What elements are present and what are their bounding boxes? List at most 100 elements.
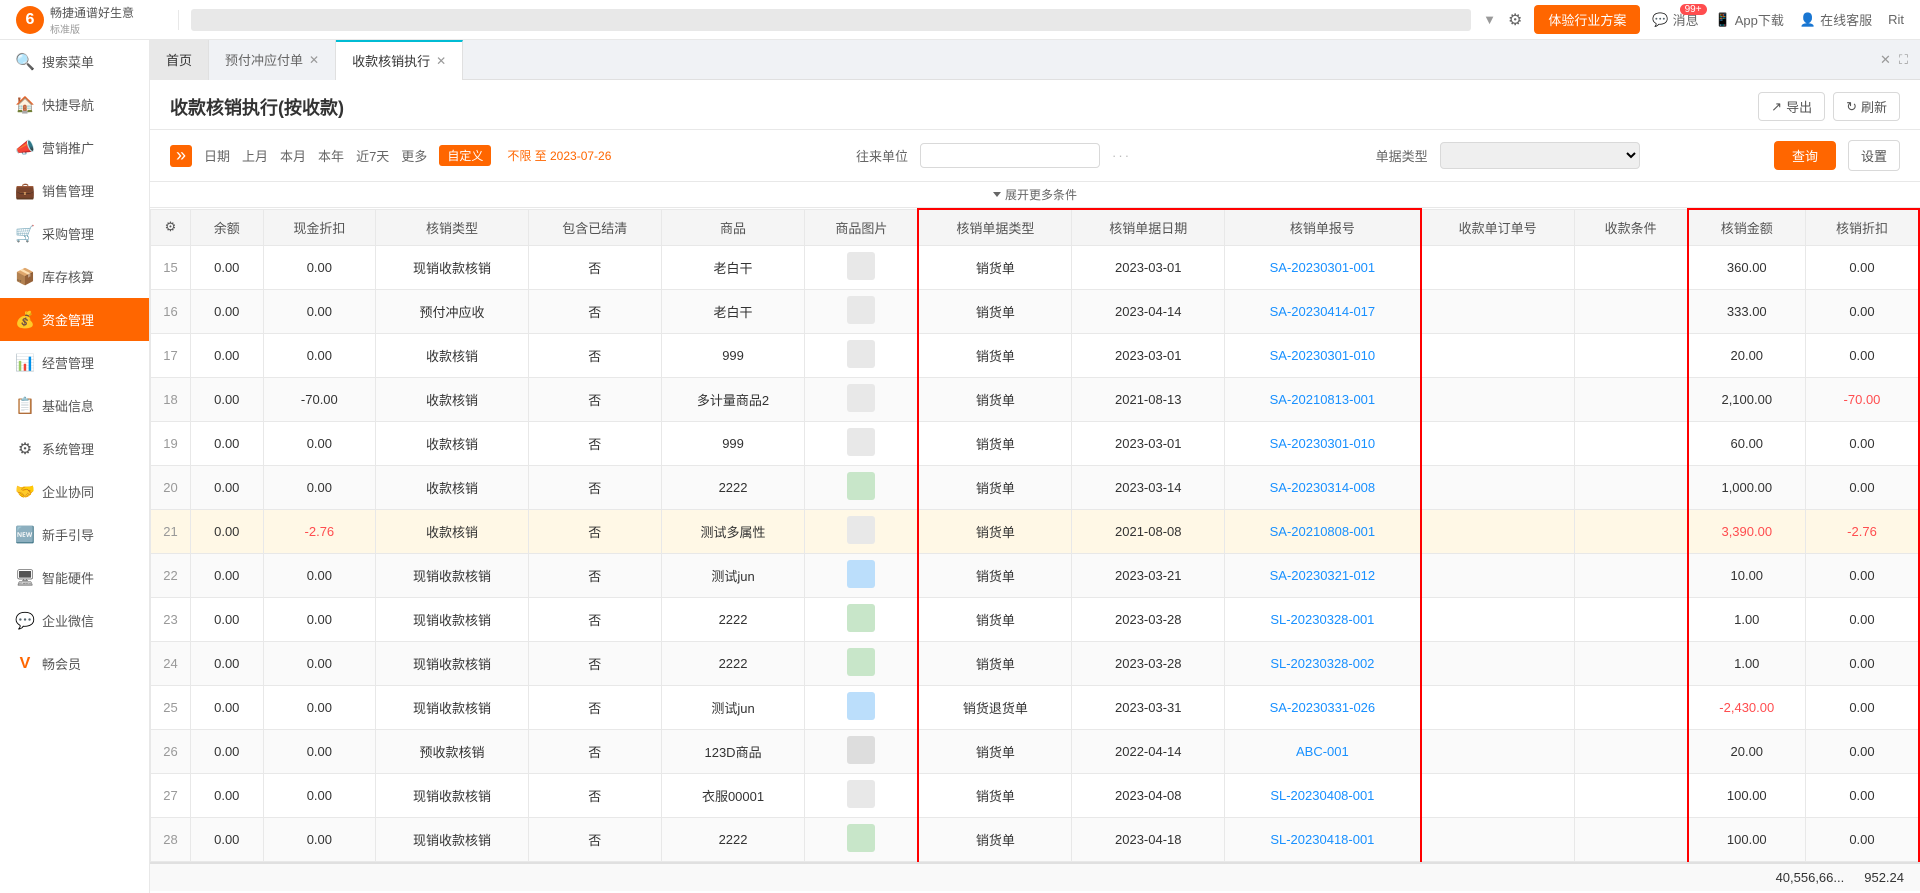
date-custom[interactable]: 自定义 [439,145,491,166]
bill-no-link[interactable]: SA-20210813-001 [1270,392,1376,407]
sidebar-item-basic[interactable]: 📋 基础信息 [0,384,149,427]
total-discount-label: 952.24 [1864,870,1904,885]
table-row: 26 0.00 0.00 预收款核销 否 123D商品 销货单 2022-04-… [151,730,1920,774]
sidebar-item-search[interactable]: 🔍 搜索菜单 [0,40,149,83]
writeoff-type: 现销收款核销 [376,774,529,818]
setting-btn[interactable]: 设置 [1848,140,1900,171]
search-icon: 🔍 [16,53,34,71]
product: 2222 [661,466,805,510]
writeoff-bill-no: SL-20230408-001 [1225,774,1421,818]
page-header: 收款核销执行(按收款) ↗ 导出 ↻ 刷新 [150,80,1920,130]
date-last-month[interactable]: 上月 [242,146,268,165]
sidebar: 🔍 搜索菜单 🏠 快捷导航 📣 营销推广 💼 销售管理 🛒 采购管理 📦 库存核… [0,40,150,893]
tab-maximize[interactable]: ⛶ [1899,52,1908,68]
bill-no-link[interactable]: SA-20230321-012 [1270,568,1376,583]
app-download-item[interactable]: 📱 App下载 [1715,10,1784,29]
bill-no-link[interactable]: SA-20230331-026 [1270,700,1376,715]
writeoff-bill-type: 销货单 [918,818,1072,862]
source-unit-input[interactable] [920,143,1100,168]
date-more[interactable]: 更多 [401,146,427,165]
sidebar-item-system[interactable]: ⚙ 系统管理 [0,427,149,470]
writeoff-bill-type: 销货单 [918,510,1072,554]
collection-tab-close[interactable]: ✕ [436,54,446,68]
filter-expand-arrow[interactable]: » [170,145,192,167]
table-row: 15 0.00 0.00 现销收款核销 否 老白干 销货单 2023-03-01… [151,246,1920,290]
th-writeoff-bill-date: 核销单据日期 [1072,209,1225,246]
include-settled: 否 [528,686,661,730]
row-num: 17 [151,334,191,378]
cash-discount: -2.76 [263,510,376,554]
row-num: 20 [151,466,191,510]
main-table: ⚙ 余额 现金折扣 核销类型 包含已结清 商品 商品图片 核销单据类型 核销单据… [150,208,1920,862]
expand-btn[interactable]: 展开更多条件 [993,186,1077,203]
writeoff-bill-no: SL-20230328-001 [1225,598,1421,642]
receipt-type-select[interactable] [1440,142,1640,169]
include-settled: 否 [528,774,661,818]
remainder: 0.00 [191,554,264,598]
tab-close-all[interactable]: ✕ [1880,52,1891,68]
product: 老白干 [661,246,805,290]
bill-no-link[interactable]: ABC-001 [1296,744,1349,759]
writeoff-type: 现销收款核销 [376,246,529,290]
writeoff-discount: 0.00 [1805,818,1919,862]
product-image-cell [805,730,918,774]
sidebar-item-inventory[interactable]: 📦 库存核算 [0,255,149,298]
bill-no-link[interactable]: SA-20230301-010 [1270,348,1376,363]
settings-icon[interactable]: ⚙ [1508,10,1522,30]
bill-no-link[interactable]: SL-20230328-002 [1270,656,1374,671]
writeoff-bill-no: ABC-001 [1225,730,1421,774]
user-item[interactable]: Rit [1888,12,1904,27]
writeoff-bill-date: 2023-03-01 [1072,334,1225,378]
writeoff-bill-no: SA-20230414-017 [1225,290,1421,334]
sidebar-item-finance[interactable]: 💰 资金管理 [0,298,149,341]
th-settings[interactable]: ⚙ [151,209,191,246]
bill-no-link[interactable]: SA-20230414-017 [1270,304,1376,319]
th-product-image: 商品图片 [805,209,918,246]
message-item[interactable]: 💬 消息 99+ [1652,10,1698,29]
include-settled: 否 [528,422,661,466]
industry-btn[interactable]: 体验行业方案 [1534,5,1640,34]
filter-bar: » 日期 上月 本月 本年 近7天 更多 自定义 不限 至 2023-07-26… [150,130,1920,182]
sidebar-item-wechat[interactable]: 💬 企业微信 [0,599,149,642]
sidebar-item-hardware[interactable]: 🖥 智能硬件 [0,556,149,599]
sidebar-item-guide[interactable]: 🆕 新手引导 [0,513,149,556]
query-btn[interactable]: 查询 [1774,141,1836,170]
export-btn[interactable]: ↗ 导出 [1758,92,1825,121]
sidebar-item-quicknav[interactable]: 🏠 快捷导航 [0,83,149,126]
tab-collection[interactable]: 收款核销执行 ✕ [336,40,463,80]
sidebar-item-purchase[interactable]: 🛒 采购管理 [0,212,149,255]
product-image-cell [805,686,918,730]
remainder: 0.00 [191,598,264,642]
bill-no-link[interactable]: SL-20230328-001 [1270,612,1374,627]
sidebar-item-operation[interactable]: 📊 经营管理 [0,341,149,384]
product: 123D商品 [661,730,805,774]
sidebar-item-marketing[interactable]: 📣 营销推广 [0,126,149,169]
bill-no-link[interactable]: SL-20230408-001 [1270,788,1374,803]
writeoff-amount: 1.00 [1688,598,1806,642]
sidebar-item-collab[interactable]: 🤝 企业协同 [0,470,149,513]
bill-no-link[interactable]: SA-20230301-001 [1270,260,1376,275]
bill-no-link[interactable]: SA-20210808-001 [1270,524,1376,539]
dropdown-icon[interactable]: ▼ [1483,12,1496,27]
sidebar-item-sales[interactable]: 💼 销售管理 [0,169,149,212]
date-this-year[interactable]: 本年 [318,146,344,165]
writeoff-discount: 0.00 [1805,642,1919,686]
writeoff-discount: 0.00 [1805,422,1919,466]
date-7days[interactable]: 近7天 [356,146,389,165]
remainder: 0.00 [191,378,264,422]
bill-no-link[interactable]: SA-20230314-008 [1270,480,1376,495]
basic-icon: 📋 [16,397,34,415]
refresh-btn[interactable]: ↻ 刷新 [1833,92,1900,121]
tab-home[interactable]: 首页 [150,40,209,80]
tab-prepay[interactable]: 预付冲应付单 ✕ [209,40,336,80]
date-this-month[interactable]: 本月 [280,146,306,165]
receipt-order-no [1421,466,1575,510]
writeoff-amount: 360.00 [1688,246,1806,290]
bill-no-link[interactable]: SL-20230418-001 [1270,832,1374,847]
prepay-tab-close[interactable]: ✕ [309,53,319,67]
service-item[interactable]: 👤 在线客服 [1800,10,1872,29]
sidebar-item-member[interactable]: V 畅会员 [0,642,149,685]
writeoff-bill-type: 销货退货单 [918,686,1072,730]
bill-no-link[interactable]: SA-20230301-010 [1270,436,1376,451]
receipt-order-no [1421,290,1575,334]
